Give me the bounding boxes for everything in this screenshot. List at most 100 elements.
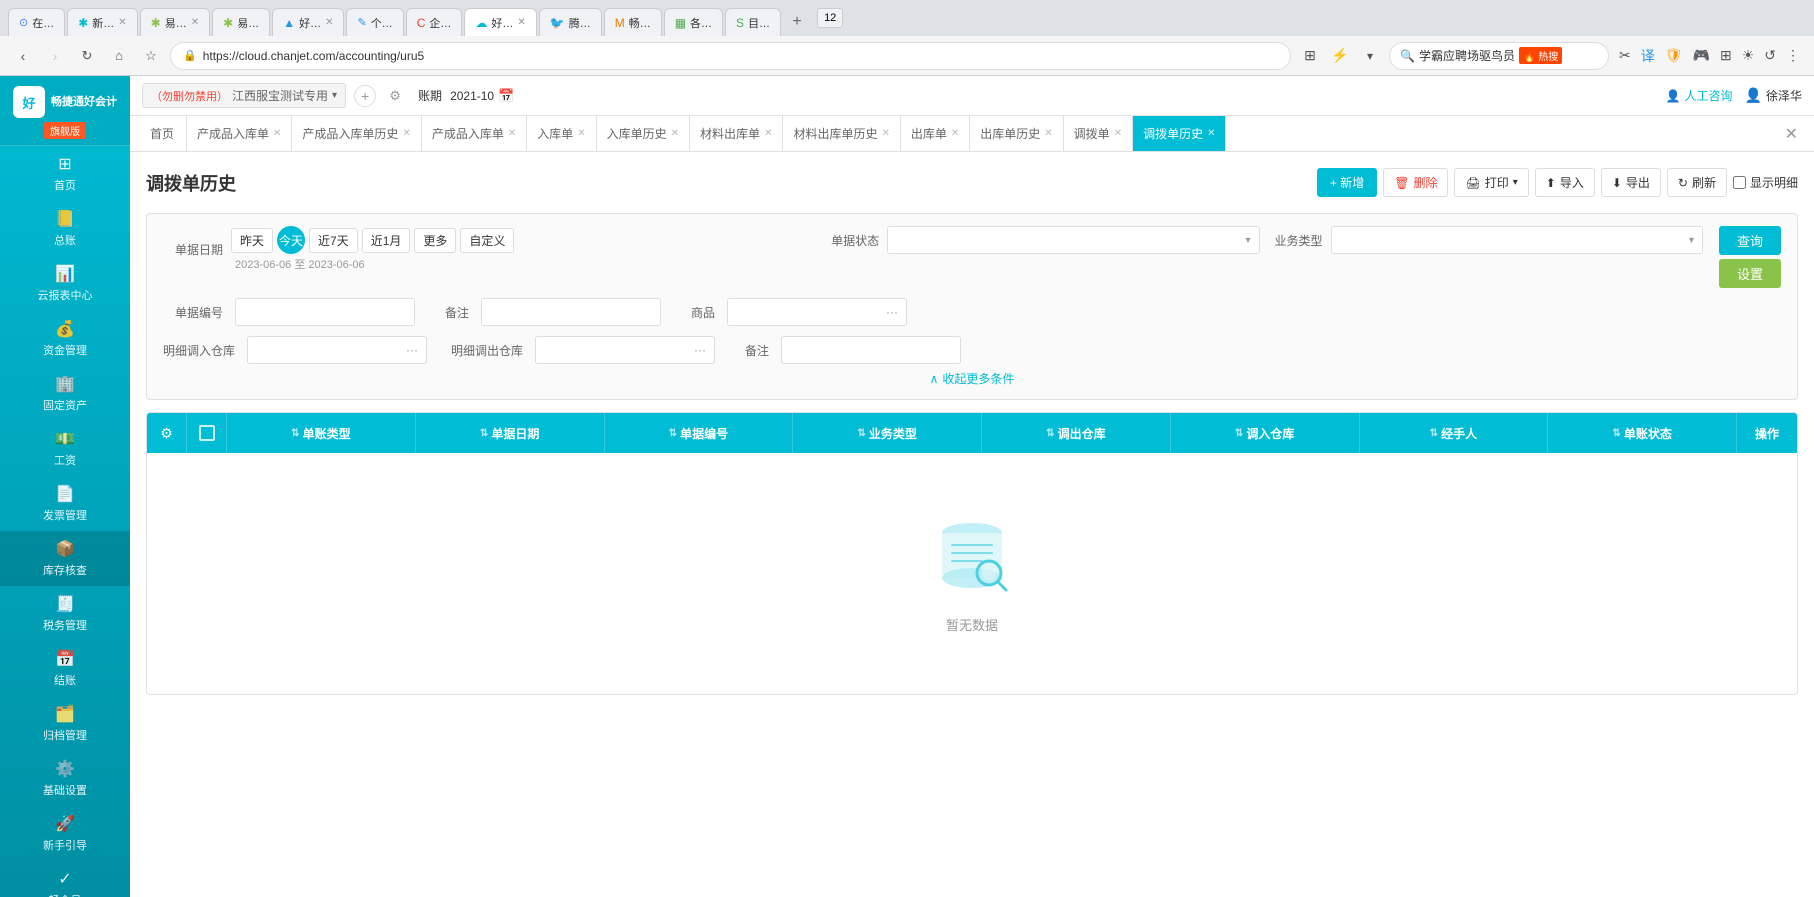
close-all-tabs-button[interactable]: ✕ bbox=[1777, 124, 1806, 144]
sidebar-item-archive[interactable]: 🗂️ 归档管理 bbox=[0, 696, 130, 751]
back-button[interactable]: ‹ bbox=[10, 43, 36, 69]
page-tab-outbound[interactable]: 出库单 ✕ bbox=[901, 116, 970, 152]
page-tab-product-inbound2[interactable]: 产成品入库单 ✕ bbox=[422, 116, 527, 152]
tab-close-icon[interactable]: ✕ bbox=[118, 17, 126, 28]
browser-tab-12[interactable]: S 目… bbox=[725, 8, 781, 36]
tab-close-icon[interactable]: ✕ bbox=[273, 128, 281, 139]
sort-icon[interactable]: ⇅ bbox=[291, 428, 299, 439]
export-button[interactable]: ⬇ 导出 bbox=[1601, 168, 1661, 197]
yesterday-btn[interactable]: 昨天 bbox=[231, 228, 273, 253]
tab-close-icon[interactable]: ✕ bbox=[508, 128, 516, 139]
browser-tab-1[interactable]: ⊙ 在… bbox=[8, 8, 65, 36]
tab-close-icon[interactable]: ✕ bbox=[402, 128, 410, 139]
sidebar-item-fixed[interactable]: 🏢 固定资产 bbox=[0, 366, 130, 421]
address-bar[interactable]: 🔒 https://cloud.chanjet.com/accounting/u… bbox=[170, 42, 1291, 70]
page-tab-outbound-history[interactable]: 出库单历史 ✕ bbox=[970, 116, 1063, 152]
add-company-button[interactable]: + bbox=[354, 85, 376, 107]
sort-icon[interactable]: ⇅ bbox=[857, 428, 865, 439]
tab-close-icon[interactable]: ✕ bbox=[881, 128, 889, 139]
sidebar-item-invoice[interactable]: 📄 发票管理 bbox=[0, 476, 130, 531]
tab-close-icon[interactable]: ✕ bbox=[325, 17, 333, 28]
sort-icon[interactable]: ⇅ bbox=[669, 428, 677, 439]
user-avatar[interactable]: 👤 徐泽华 bbox=[1745, 87, 1802, 104]
tab-close-icon[interactable]: ✕ bbox=[764, 128, 772, 139]
collapse-filter-button[interactable]: ∧ 收起更多条件 bbox=[163, 370, 1781, 387]
browser-tab-6[interactable]: ✎ 个… bbox=[346, 8, 403, 36]
week-btn[interactable]: 近7天 bbox=[309, 228, 358, 253]
doc-number-input[interactable] bbox=[235, 298, 415, 326]
apps-icon[interactable]: ⊞ bbox=[1297, 43, 1323, 69]
biz-type-select[interactable]: ▾ bbox=[1331, 226, 1703, 254]
tab-close-icon[interactable]: ✕ bbox=[517, 17, 525, 28]
home-button[interactable]: ⌂ bbox=[106, 43, 132, 69]
page-tab-home[interactable]: 首页 bbox=[138, 116, 187, 152]
browser-tab-11[interactable]: ▦ 各… bbox=[664, 8, 723, 36]
company-selector[interactable]: （勿删勿禁用） 江西服宝测试专用 ▾ bbox=[142, 83, 346, 108]
bookmark-button[interactable]: ☆ bbox=[138, 43, 164, 69]
browser-tab-5[interactable]: ▲ 好… ✕ bbox=[272, 8, 344, 36]
sidebar-item-capital[interactable]: 💰 资金管理 bbox=[0, 311, 130, 366]
settings-filter-button[interactable]: 设置 bbox=[1719, 259, 1781, 288]
new-button[interactable]: + 新增 bbox=[1317, 168, 1377, 197]
page-tab-product-inbound-history[interactable]: 产成品入库单历史 ✕ bbox=[292, 116, 421, 152]
forward-button[interactable]: › bbox=[42, 43, 68, 69]
detail-inbound-selector[interactable]: ··· bbox=[247, 336, 427, 364]
games-icon[interactable]: 🎮 bbox=[1689, 47, 1714, 64]
detail-outbound-selector[interactable]: ··· bbox=[535, 336, 715, 364]
print-button[interactable]: 🖨 打印 ▾ bbox=[1454, 168, 1528, 197]
page-tab-material-out-history[interactable]: 材料出库单历史 ✕ bbox=[783, 116, 900, 152]
settings-company-button[interactable]: ⚙ bbox=[384, 85, 406, 107]
sidebar-item-home[interactable]: ⊞ 首页 bbox=[0, 146, 130, 201]
refresh-data-button[interactable]: ↻ 刷新 bbox=[1667, 168, 1727, 197]
delete-button[interactable]: 🗑 🗑 删除 删除 bbox=[1383, 168, 1448, 197]
tab-close-icon[interactable]: ✕ bbox=[1207, 128, 1215, 139]
sort-icon[interactable]: ⇅ bbox=[1235, 428, 1243, 439]
browser-tab-10[interactable]: M 畅… bbox=[604, 8, 662, 36]
undo-icon[interactable]: ↺ bbox=[1760, 47, 1780, 64]
translate-icon[interactable]: 译 bbox=[1637, 46, 1659, 66]
page-tab-transfer-history-active[interactable]: 调拨单历史 ✕ bbox=[1133, 116, 1226, 152]
page-tab-product-inbound[interactable]: 产成品入库单 ✕ bbox=[187, 116, 292, 152]
sidebar-item-reports[interactable]: 📊 云报表中心 bbox=[0, 256, 130, 311]
refresh-button[interactable]: ↻ bbox=[74, 43, 100, 69]
tab-close-icon[interactable]: ✕ bbox=[1114, 128, 1122, 139]
sidebar-item-member[interactable]: ✓ 畅会员 bbox=[0, 861, 130, 897]
custom-btn[interactable]: 自定义 bbox=[460, 228, 514, 253]
sort-icon[interactable]: ⇅ bbox=[480, 428, 488, 439]
grid-icon[interactable]: ⊞ bbox=[1716, 47, 1736, 64]
browser-tab-7[interactable]: C 企… bbox=[406, 8, 463, 36]
status-select[interactable]: ▾ bbox=[887, 226, 1259, 254]
tab-close-icon[interactable]: ✕ bbox=[951, 128, 959, 139]
browser-tab-3[interactable]: ✱ 易… ✕ bbox=[140, 8, 210, 36]
remark-input[interactable] bbox=[481, 298, 661, 326]
page-tab-inbound-history[interactable]: 入库单历史 ✕ bbox=[597, 116, 690, 152]
new-tab-button[interactable]: + bbox=[783, 8, 811, 36]
period-selector[interactable]: 2021-10 📅 bbox=[450, 88, 514, 104]
lightning-icon[interactable]: ⚡ bbox=[1327, 43, 1353, 69]
sort-icon[interactable]: ⇅ bbox=[1046, 428, 1054, 439]
sidebar-item-inventory[interactable]: 📦 库存核查 bbox=[0, 531, 130, 586]
page-tab-material-out[interactable]: 材料出库单 ✕ bbox=[690, 116, 783, 152]
sidebar-item-tax[interactable]: 🧾 税务管理 bbox=[0, 586, 130, 641]
brightness-icon[interactable]: ☀ bbox=[1738, 47, 1759, 64]
page-tab-inbound[interactable]: 入库单 ✕ bbox=[527, 116, 596, 152]
show-detail-checkbox[interactable]: 显示明细 bbox=[1733, 174, 1798, 191]
goods-selector[interactable]: ··· bbox=[727, 298, 907, 326]
browser-tab-active[interactable]: ☁ 好… ✕ bbox=[464, 8, 536, 36]
scissors-icon[interactable]: ✂ bbox=[1615, 47, 1635, 64]
sort-icon[interactable]: ⇅ bbox=[1430, 428, 1438, 439]
page-tab-transfer[interactable]: 调拨单 ✕ bbox=[1064, 116, 1133, 152]
th-settings[interactable]: ⚙ bbox=[147, 413, 187, 453]
more-btn[interactable]: 更多 bbox=[414, 228, 456, 253]
th-checkbox[interactable] bbox=[187, 413, 227, 453]
sidebar-item-ledger[interactable]: 📒 总账 bbox=[0, 201, 130, 256]
tab-close-icon[interactable]: ✕ bbox=[1044, 128, 1052, 139]
browser-tab-9[interactable]: 🐦 腾… bbox=[539, 8, 602, 36]
security-icon[interactable]: 🛡 bbox=[1661, 47, 1687, 64]
query-button[interactable]: 查询 bbox=[1719, 226, 1781, 255]
tab-close-icon[interactable]: ✕ bbox=[671, 128, 679, 139]
sidebar-item-closing[interactable]: 📅 结账 bbox=[0, 641, 130, 696]
dropdown-icon[interactable]: ▾ bbox=[1357, 43, 1383, 69]
import-button[interactable]: ⬆ 导入 bbox=[1535, 168, 1595, 197]
sidebar-item-wages[interactable]: 💵 工资 bbox=[0, 421, 130, 476]
